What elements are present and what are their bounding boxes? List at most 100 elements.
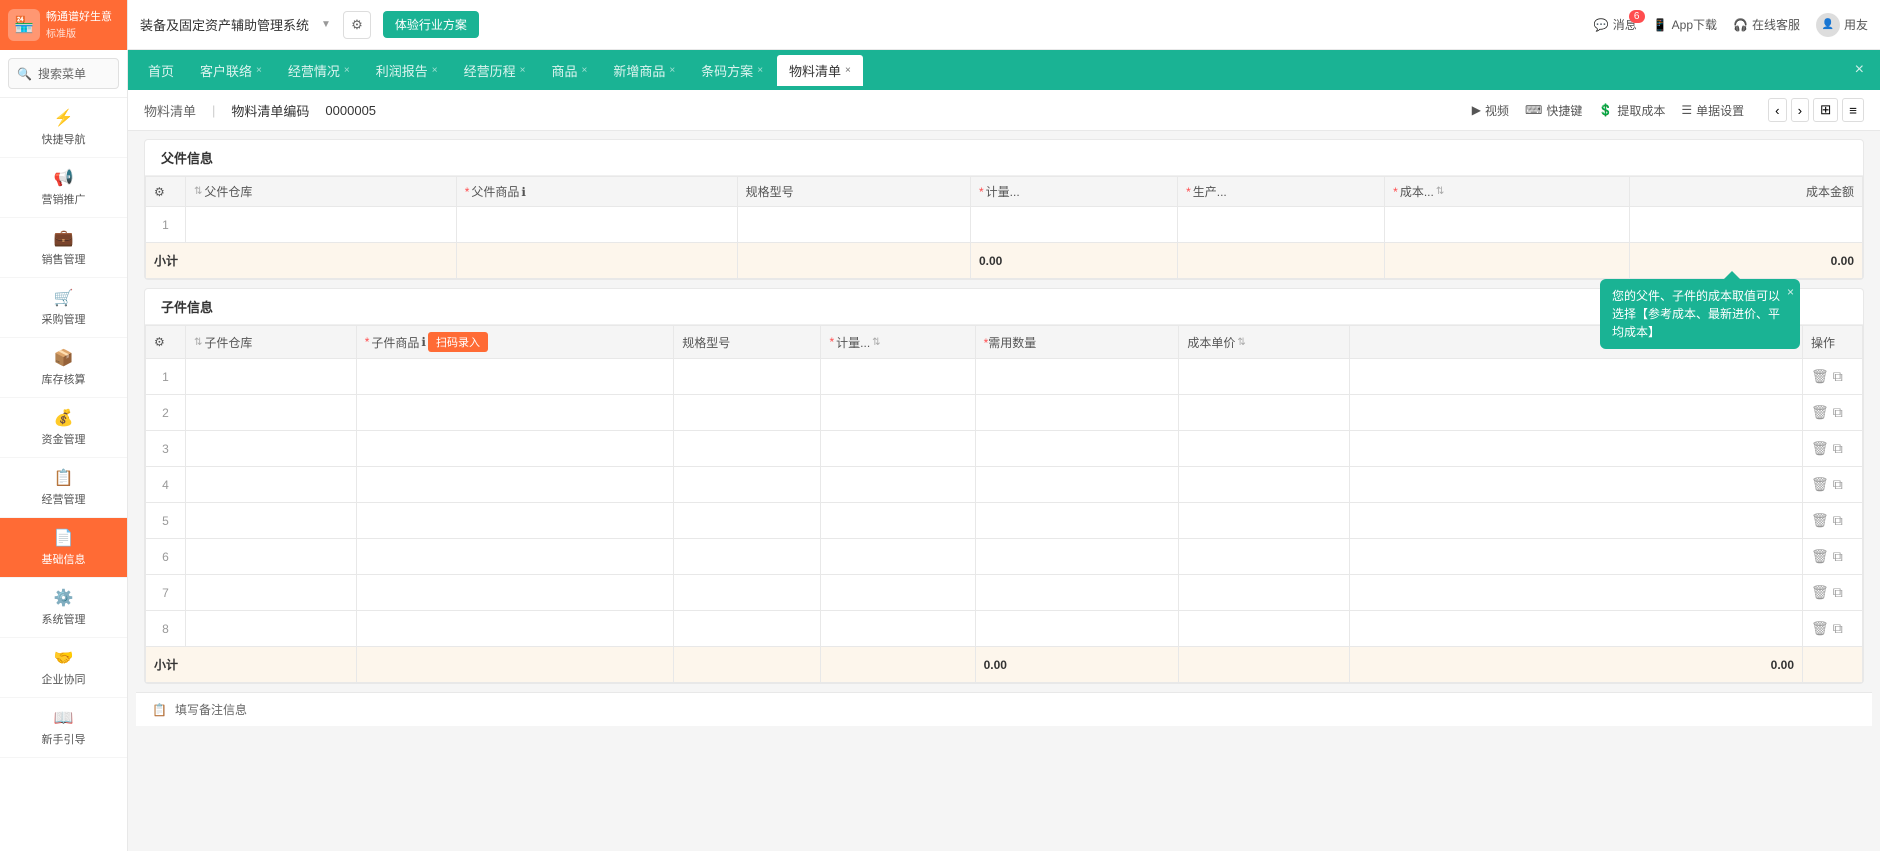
shortcut-button[interactable]: ⌨ 快捷键 [1525, 102, 1582, 119]
sidebar-item-ops[interactable]: 📋经营管理 [0, 458, 127, 518]
sidebar-item-inventory[interactable]: 📦库存核算 [0, 338, 127, 398]
tab-operations[interactable]: 经营情况× [276, 55, 362, 86]
delete-icon-5[interactable]: 🗑 [1811, 512, 1829, 529]
tab-history[interactable]: 经营历程× [452, 55, 538, 86]
child-product-3[interactable] [356, 431, 674, 467]
child-col-gear[interactable]: ⚙ [146, 326, 186, 359]
grid-view-button[interactable]: ⊞ [1813, 98, 1838, 122]
nav-close-button[interactable]: × [1847, 61, 1872, 79]
child-spec-5[interactable] [674, 503, 821, 539]
child-unit-cost-5[interactable] [1179, 503, 1350, 539]
child-measure-6[interactable] [821, 539, 975, 575]
child-product-2[interactable] [356, 395, 674, 431]
copy-icon-4[interactable]: ⧉ [1833, 476, 1843, 493]
child-qty-5[interactable] [975, 503, 1179, 539]
child-qty-6[interactable] [975, 539, 1179, 575]
child-unit-cost-7[interactable] [1179, 575, 1350, 611]
child-qty-3[interactable] [975, 431, 1179, 467]
prev-button[interactable]: ‹ [1768, 98, 1786, 122]
child-unit-cost-4[interactable] [1179, 467, 1350, 503]
online-service-button[interactable]: 🎧 在线客服 [1733, 16, 1800, 33]
parent-product-cell[interactable] [456, 207, 737, 243]
tab-new-goods[interactable]: 新增商品× [601, 55, 687, 86]
child-unit-cost-3[interactable] [1179, 431, 1350, 467]
child-spec-6[interactable] [674, 539, 821, 575]
tab-close-history[interactable]: × [520, 65, 526, 76]
parent-warehouse-cell[interactable] [186, 207, 457, 243]
sidebar-item-sales[interactable]: 💼销售管理 [0, 218, 127, 278]
user-menu[interactable]: 👤 用友 [1816, 13, 1868, 37]
child-measure-7[interactable] [821, 575, 975, 611]
settings-gear-button[interactable]: ⚙ [343, 11, 371, 39]
child-spec-1[interactable] [674, 359, 821, 395]
child-warehouse-2[interactable] [186, 395, 357, 431]
child-measure-1[interactable] [821, 359, 975, 395]
child-warehouse-8[interactable] [186, 611, 357, 647]
message-button[interactable]: 💬 消息 6 [1594, 16, 1637, 33]
parent-cost-cell[interactable] [1385, 207, 1629, 243]
child-unit-cost-6[interactable] [1179, 539, 1350, 575]
sidebar-item-collab[interactable]: 🤝企业协同 [0, 638, 127, 698]
child-spec-3[interactable] [674, 431, 821, 467]
delete-icon-2[interactable]: 🗑 [1811, 404, 1829, 421]
child-product-5[interactable] [356, 503, 674, 539]
child-warehouse-5[interactable] [186, 503, 357, 539]
delete-icon-1[interactable]: 🗑 [1811, 368, 1829, 385]
parent-col-gear[interactable]: ⚙ [146, 177, 186, 207]
delete-icon-6[interactable]: 🗑 [1811, 548, 1829, 565]
tab-close-operations[interactable]: × [344, 65, 350, 76]
child-qty-7[interactable] [975, 575, 1179, 611]
tab-bom[interactable]: 物料清单× [777, 55, 863, 86]
search-button[interactable]: 🔍 搜索菜单 [8, 58, 119, 89]
copy-icon-5[interactable]: ⧉ [1833, 512, 1843, 529]
next-button[interactable]: › [1791, 98, 1809, 122]
tab-customer[interactable]: 客户联络× [188, 55, 274, 86]
view-video-button[interactable]: ▶ 视频 [1472, 102, 1509, 119]
copy-icon-6[interactable]: ⧉ [1833, 548, 1843, 565]
child-warehouse-7[interactable] [186, 575, 357, 611]
child-unit-cost-8[interactable] [1179, 611, 1350, 647]
single-settings-button[interactable]: ☰ 单据设置 [1681, 102, 1744, 119]
child-qty-2[interactable] [975, 395, 1179, 431]
sidebar-item-marketing[interactable]: 📢营销推广 [0, 158, 127, 218]
tab-goods[interactable]: 商品× [539, 55, 599, 86]
sidebar-item-guide[interactable]: 📖新手引导 [0, 698, 127, 758]
child-spec-8[interactable] [674, 611, 821, 647]
child-measure-4[interactable] [821, 467, 975, 503]
sidebar-item-basic[interactable]: 📄基础信息 [0, 518, 127, 578]
extract-cost-button[interactable]: 💲 提取成本 [1598, 102, 1665, 119]
child-product-6[interactable] [356, 539, 674, 575]
child-warehouse-3[interactable] [186, 431, 357, 467]
child-product-4[interactable] [356, 467, 674, 503]
breadcrumb-bom[interactable]: 物料清单 [144, 101, 196, 120]
child-qty-8[interactable] [975, 611, 1179, 647]
sidebar-item-finance[interactable]: 💰资金管理 [0, 398, 127, 458]
child-spec-4[interactable] [674, 467, 821, 503]
list-view-button[interactable]: ≡ [1842, 98, 1864, 122]
tab-close-new-goods[interactable]: × [669, 65, 675, 76]
copy-icon-2[interactable]: ⧉ [1833, 404, 1843, 421]
child-spec-7[interactable] [674, 575, 821, 611]
child-unit-cost-2[interactable] [1179, 395, 1350, 431]
copy-icon-8[interactable]: ⧉ [1833, 620, 1843, 637]
parent-spec-cell[interactable] [737, 207, 970, 243]
tab-close-customer[interactable]: × [256, 65, 262, 76]
tab-home[interactable]: 首页 [136, 55, 186, 86]
child-spec-2[interactable] [674, 395, 821, 431]
parent-measure-cell[interactable] [970, 207, 1177, 243]
parent-production-cell[interactable] [1178, 207, 1385, 243]
child-qty-1[interactable] [975, 359, 1179, 395]
tab-close-goods[interactable]: × [581, 65, 587, 76]
app-download-button[interactable]: 📱 App下载 [1653, 16, 1717, 33]
delete-icon-8[interactable]: 🗑 [1811, 620, 1829, 637]
delete-icon-4[interactable]: 🗑 [1811, 476, 1829, 493]
child-product-1[interactable] [356, 359, 674, 395]
tab-close-bom[interactable]: × [845, 65, 851, 76]
tab-close-profit[interactable]: × [432, 65, 438, 76]
note-label[interactable]: 填写备注信息 [175, 701, 247, 718]
tab-close-barcode[interactable]: × [757, 65, 763, 76]
child-measure-5[interactable] [821, 503, 975, 539]
sidebar-item-system[interactable]: ⚙️系统管理 [0, 578, 127, 638]
system-select[interactable]: ▼ [321, 19, 331, 30]
sidebar-item-purchase[interactable]: 🛒采购管理 [0, 278, 127, 338]
